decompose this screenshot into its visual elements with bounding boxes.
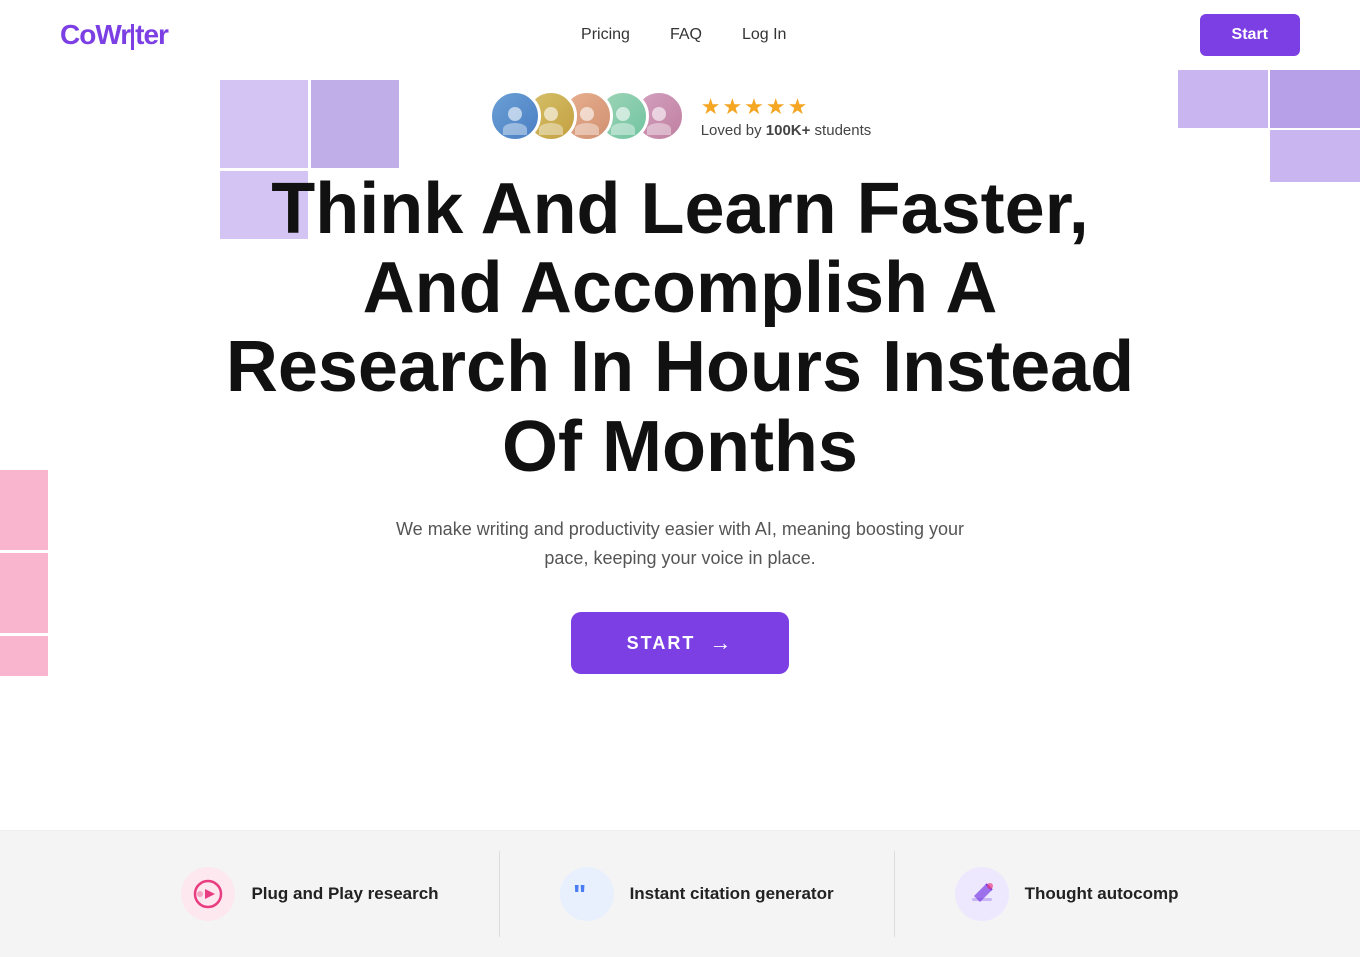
logo: CoWrter xyxy=(60,19,168,51)
feature-label-research: Plug and Play research xyxy=(251,884,438,904)
quote-icon-svg: " xyxy=(571,878,603,910)
pen-icon-svg xyxy=(966,878,998,910)
feature-label-autocomp: Thought autocomp xyxy=(1025,884,1179,904)
nav-start-button[interactable]: Start xyxy=(1200,14,1300,56)
autocomp-icon xyxy=(955,867,1009,921)
citation-icon: " xyxy=(560,867,614,921)
feature-item-research: Plug and Play research xyxy=(121,851,499,937)
stars-text: ★★★★★ Loved by 100K+ students xyxy=(701,94,872,139)
hero-section: ★★★★★ Loved by 100K+ students Think And … xyxy=(0,70,1360,830)
nav-login[interactable]: Log In xyxy=(742,26,786,44)
hero-cta-button[interactable]: START → xyxy=(571,612,790,674)
nav-links: Pricing FAQ Log In xyxy=(581,26,786,44)
play-icon-svg xyxy=(193,879,223,909)
deco-left-pink xyxy=(0,470,48,676)
features-bar: Plug and Play research " Instant citatio… xyxy=(0,830,1360,957)
hero-cta-label: START xyxy=(627,633,696,654)
deco-block xyxy=(0,636,48,676)
avatars xyxy=(489,90,685,142)
deco-block xyxy=(0,470,48,550)
feature-item-citation: " Instant citation generator xyxy=(500,851,895,937)
deco-block xyxy=(0,553,48,633)
hero-subtext: We make writing and productivity easier … xyxy=(380,515,980,573)
plug-play-icon xyxy=(181,867,235,921)
nav-pricing[interactable]: Pricing xyxy=(581,26,630,44)
svg-text:": " xyxy=(573,879,586,910)
social-proof: ★★★★★ Loved by 100K+ students xyxy=(20,90,1340,142)
avatar-1 xyxy=(489,90,541,142)
nav-faq[interactable]: FAQ xyxy=(670,26,702,44)
loved-text: Loved by 100K+ students xyxy=(701,122,872,139)
hero-headline: Think And Learn Faster, And Accomplish A… xyxy=(205,170,1155,487)
navbar: CoWrter Pricing FAQ Log In Start xyxy=(0,0,1360,70)
star-rating: ★★★★★ xyxy=(701,94,872,120)
feature-item-autocomp: Thought autocomp xyxy=(895,851,1239,937)
feature-label-citation: Instant citation generator xyxy=(630,884,834,904)
arrow-icon: → xyxy=(709,630,733,656)
